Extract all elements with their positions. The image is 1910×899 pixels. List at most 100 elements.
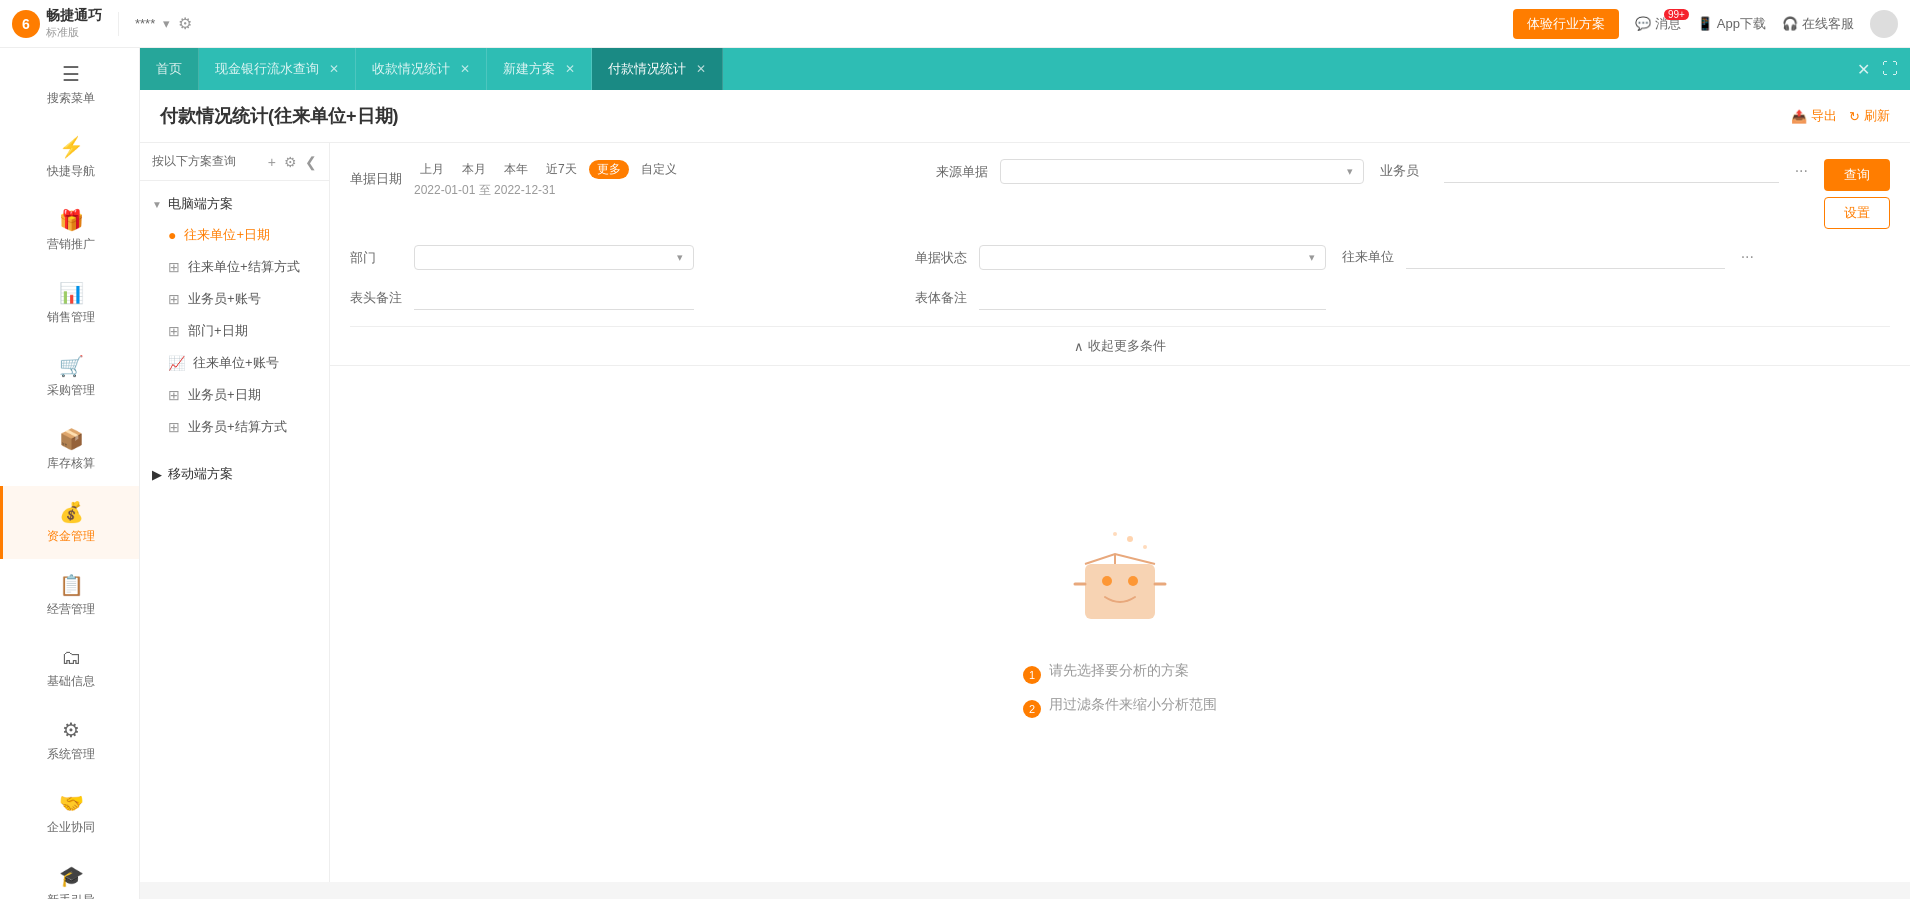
panel-collapse-icon[interactable]: ❮ [305, 154, 317, 170]
add-scheme-icon[interactable]: + [268, 154, 276, 170]
date-btn-last-month[interactable]: 上月 [414, 159, 450, 180]
scheme-item-dept-date[interactable]: ⊞ 部门+日期 [140, 315, 329, 347]
partner-dots[interactable]: ··· [1741, 248, 1754, 266]
mobile-scheme-group-title[interactable]: ▶ 移动端方案 [140, 459, 329, 489]
tab-collection-stats-close[interactable]: ✕ [460, 62, 470, 76]
sidebar-item-label: 经营管理 [47, 601, 95, 618]
purchase-icon: 🛒 [59, 354, 84, 378]
date-btn-this-year[interactable]: 本年 [498, 159, 534, 180]
date-btn-this-month[interactable]: 本月 [456, 159, 492, 180]
sidebar-item-guide[interactable]: 🎓 新手引导 [0, 850, 139, 899]
refresh-button[interactable]: ↻ 刷新 [1849, 107, 1890, 125]
scheme-item-partner-date[interactable]: ● 往来单位+日期 [140, 219, 329, 251]
page-content: 付款情况统计(往来单位+日期) 📤 导出 ↻ 刷新 [140, 90, 1910, 899]
sidebar-item-enterprise[interactable]: 🤝 企业协同 [0, 777, 139, 850]
svg-point-1 [1102, 576, 1112, 586]
tab-expand-icon[interactable]: ⛶ [1882, 60, 1898, 78]
mobile-group-label: 移动端方案 [168, 465, 233, 483]
salesman-input[interactable] [1444, 159, 1778, 183]
scheme-item-label: 部门+日期 [188, 322, 248, 340]
scheme-item-salesman-settle[interactable]: ⊞ 业务员+结算方式 [140, 411, 329, 443]
filter-row-2: 部门 ▾ 单据状态 [350, 245, 1890, 270]
sidebar-item-sales[interactable]: 📊 销售管理 [0, 267, 139, 340]
date-btn-7days[interactable]: 近7天 [540, 159, 583, 180]
sidebar-item-purchase[interactable]: 🛒 采购管理 [0, 340, 139, 413]
sidebar-item-system[interactable]: ⚙ 系统管理 [0, 704, 139, 777]
partner-account-icon: 📈 [168, 355, 185, 371]
right-content: 单据日期 上月 本月 本年 近7天 更多 自定义 [330, 143, 1910, 882]
header-divider [118, 12, 119, 36]
sidebar-item-label: 快捷导航 [47, 163, 95, 180]
source-select[interactable]: ▾ [1000, 159, 1364, 184]
doc-status-label: 单据状态 [915, 249, 971, 267]
tab-bank-flow-close[interactable]: ✕ [329, 62, 339, 76]
date-btn-more[interactable]: 更多 [589, 160, 629, 179]
salesman-dots[interactable]: ··· [1795, 162, 1808, 180]
svg-point-7 [1113, 532, 1117, 536]
scheme-settings-icon[interactable]: ⚙ [284, 154, 297, 170]
doc-status-select[interactable]: ▾ [979, 245, 1327, 270]
sidebar-item-inventory[interactable]: 📦 库存核算 [0, 413, 139, 486]
source-select-arrow: ▾ [1347, 165, 1353, 178]
tab-collection-stats[interactable]: 收款情况统计 ✕ [356, 48, 487, 90]
note-body-label: 表体备注 [915, 289, 971, 307]
sidebar-item-label: 新手引导 [47, 892, 95, 899]
sidebar-item-quick-nav[interactable]: ⚡ 快捷导航 [0, 121, 139, 194]
export-button[interactable]: 📤 导出 [1791, 107, 1837, 125]
sidebar-item-label: 库存核算 [47, 455, 95, 472]
app-icon: 📱 [1697, 16, 1713, 31]
query-button[interactable]: 查询 [1824, 159, 1890, 191]
scheme-item-label: 往来单位+日期 [184, 226, 270, 244]
logo-text: 畅捷通巧 [46, 7, 102, 25]
dropdown-icon[interactable]: ▾ [163, 16, 170, 31]
settings-icon[interactable]: ⚙ [178, 14, 192, 33]
tab-home[interactable]: 首页 [140, 48, 199, 90]
filter-area: 单据日期 上月 本月 本年 近7天 更多 自定义 [330, 143, 1910, 365]
scheme-item-salesman-account[interactable]: ⊞ 业务员+账号 [140, 283, 329, 315]
workspace-name: **** [135, 16, 155, 31]
sidebar-item-capital[interactable]: 💰 资金管理 [0, 486, 139, 559]
tab-new-scheme[interactable]: 新建方案 ✕ [487, 48, 592, 90]
tab-bank-flow[interactable]: 现金银行流水查询 ✕ [199, 48, 356, 90]
date-btn-custom[interactable]: 自定义 [635, 159, 683, 180]
sales-icon: 📊 [59, 281, 84, 305]
sidebar-item-marketing[interactable]: 🎁 营销推广 [0, 194, 139, 267]
desktop-group-arrow: ▼ [152, 199, 162, 210]
tab-new-scheme-close[interactable]: ✕ [565, 62, 575, 76]
partner-input[interactable] [1406, 245, 1724, 269]
tab-payment-stats-close[interactable]: ✕ [696, 62, 706, 76]
sidebar-item-search-menu[interactable]: ☰ 搜索菜单 [0, 48, 139, 121]
scheme-item-partner-settle[interactable]: ⊞ 往来单位+结算方式 [140, 251, 329, 283]
filter-date-item: 单据日期 上月 本月 本年 近7天 更多 自定义 [350, 159, 920, 199]
setting-button[interactable]: 设置 [1824, 197, 1890, 229]
tab-bar-end: ✕ ⛶ [1845, 48, 1910, 90]
tab-payment-stats[interactable]: 付款情况统计 ✕ [592, 48, 723, 90]
scheme-item-partner-account[interactable]: 📈 往来单位+账号 [140, 347, 329, 379]
sidebar-item-basic-info[interactable]: 🗂 基础信息 [0, 632, 139, 704]
desktop-scheme-group-title[interactable]: ▼ 电脑端方案 [140, 189, 329, 219]
note-head-input[interactable] [414, 286, 694, 310]
inventory-icon: 📦 [59, 427, 84, 451]
sidebar-item-operation[interactable]: 📋 经营管理 [0, 559, 139, 632]
message-action[interactable]: 💬 消息 99+ [1635, 15, 1681, 33]
refresh-icon: ↻ [1849, 109, 1860, 124]
dept-select[interactable]: ▾ [414, 245, 694, 270]
tab-close-all-icon[interactable]: ✕ [1857, 60, 1870, 79]
refresh-label: 刷新 [1864, 107, 1890, 125]
user-avatar[interactable] [1870, 10, 1898, 38]
desktop-scheme-group: ▼ 电脑端方案 ● 往来单位+日期 ⊞ 往来单位+结算方式 ⊞ [140, 181, 329, 451]
top-header: 6 畅捷通巧 标准版 **** ▾ ⚙ 体验行业方案 💬 消息 99+ 📱 Ap… [0, 0, 1910, 48]
filter-note-head-item: 表头备注 [350, 286, 899, 310]
svg-point-6 [1143, 545, 1147, 549]
collapse-bar: ∧ 收起更多条件 [350, 326, 1890, 365]
sidebar-item-label: 营销推广 [47, 236, 95, 253]
online-service-action[interactable]: 🎧 在线客服 [1782, 15, 1854, 33]
filter-source-item: 来源单据 ▾ [936, 159, 1364, 184]
app-download-action[interactable]: 📱 App下载 [1697, 15, 1766, 33]
trial-button[interactable]: 体验行业方案 [1513, 9, 1619, 39]
empty-hint-1-row: 1 请先选择要分析的方案 [1023, 662, 1217, 688]
collapse-button[interactable]: ∧ 收起更多条件 [1074, 337, 1166, 355]
partner-settle-icon: ⊞ [168, 259, 180, 275]
note-body-input[interactable] [979, 286, 1327, 310]
scheme-item-salesman-date[interactable]: ⊞ 业务员+日期 [140, 379, 329, 411]
